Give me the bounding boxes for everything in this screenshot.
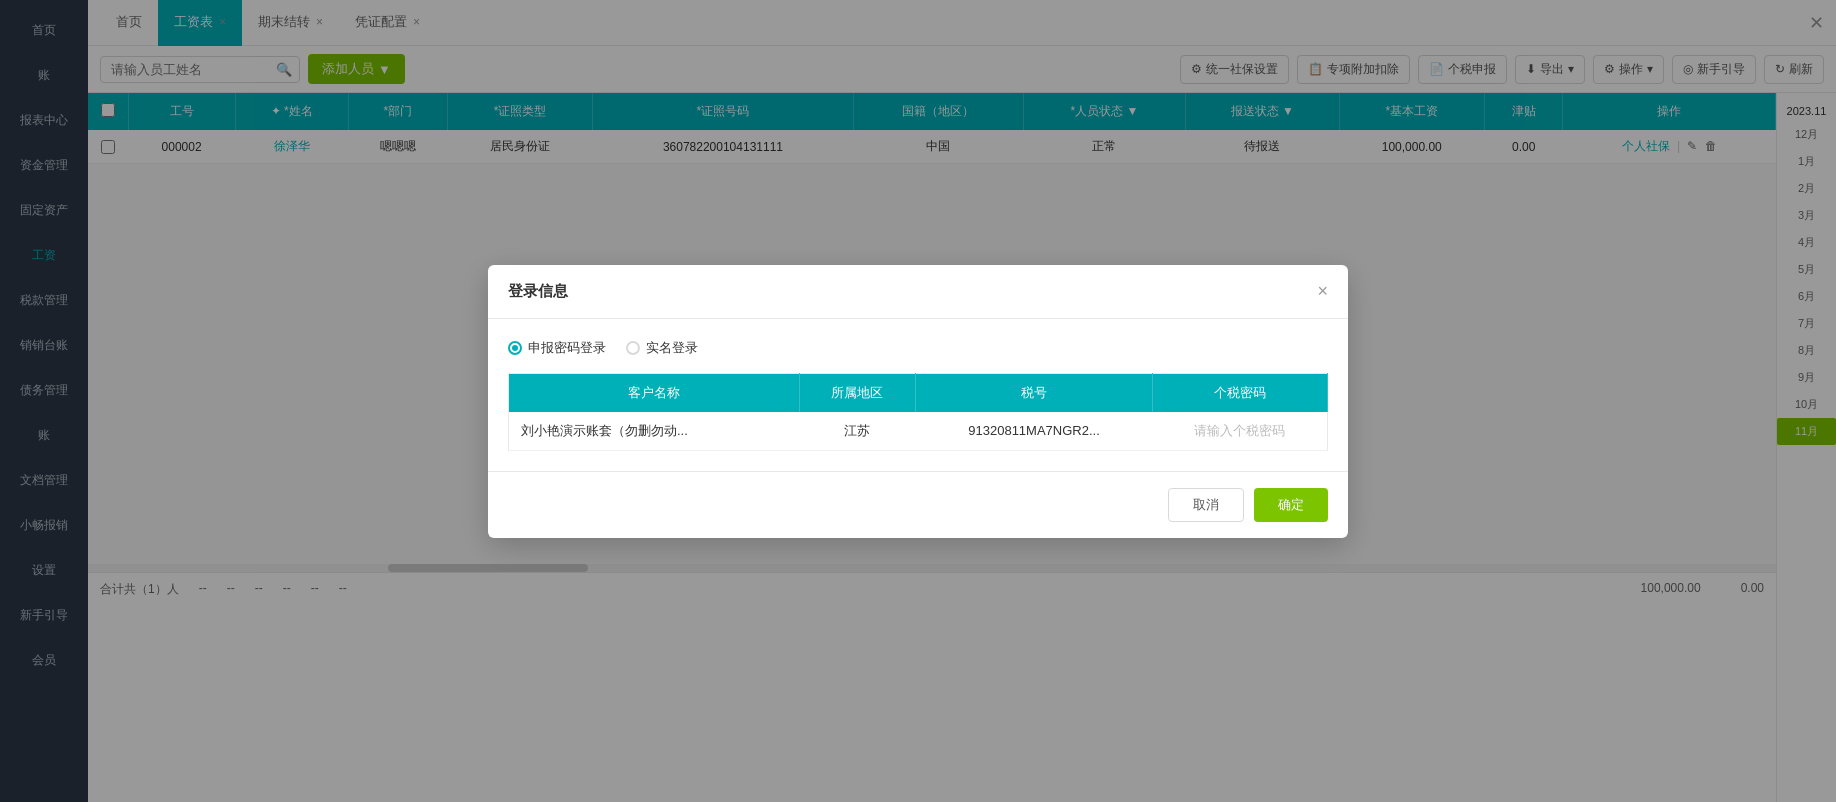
tax-password-placeholder: 请输入个税密码	[1194, 423, 1285, 438]
radio-dot-report-pw	[508, 341, 522, 355]
dialog-footer: 取消 确定	[488, 471, 1348, 538]
dialog-close-btn[interactable]: ×	[1317, 281, 1328, 302]
login-table-row: 刘小艳演示账套（勿删勿动... 江苏 91320811MA7NGR2... 请输…	[509, 412, 1328, 451]
login-dialog: 登录信息 × 申报密码登录 实名登录 客户名称	[488, 265, 1348, 538]
tax-password-cell: 请输入个税密码	[1152, 412, 1327, 451]
radio-dot-real-name	[626, 341, 640, 355]
modal-overlay: 登录信息 × 申报密码登录 实名登录 客户名称	[0, 0, 1836, 802]
col-region: 所属地区	[799, 373, 916, 412]
radio-report-pw[interactable]: 申报密码登录	[508, 339, 606, 357]
col-client-name: 客户名称	[509, 373, 800, 412]
col-tax-no: 税号	[916, 373, 1152, 412]
dialog-header: 登录信息 ×	[488, 265, 1348, 319]
tax-no-cell: 91320811MA7NGR2...	[916, 412, 1152, 451]
cancel-button[interactable]: 取消	[1168, 488, 1244, 522]
col-tax-pw: 个税密码	[1152, 373, 1327, 412]
login-type-radio-group: 申报密码登录 实名登录	[508, 339, 1328, 357]
dialog-title: 登录信息	[508, 282, 568, 301]
login-info-table: 客户名称 所属地区 税号 个税密码 刘小艳演示账套（勿删勿动... 江苏 913…	[508, 373, 1328, 451]
dialog-body: 申报密码登录 实名登录 客户名称 所属地区 税号 个税密码	[488, 319, 1348, 471]
confirm-button[interactable]: 确定	[1254, 488, 1328, 522]
client-name-cell: 刘小艳演示账套（勿删勿动...	[509, 412, 800, 451]
radio-real-name[interactable]: 实名登录	[626, 339, 698, 357]
region-cell: 江苏	[799, 412, 916, 451]
